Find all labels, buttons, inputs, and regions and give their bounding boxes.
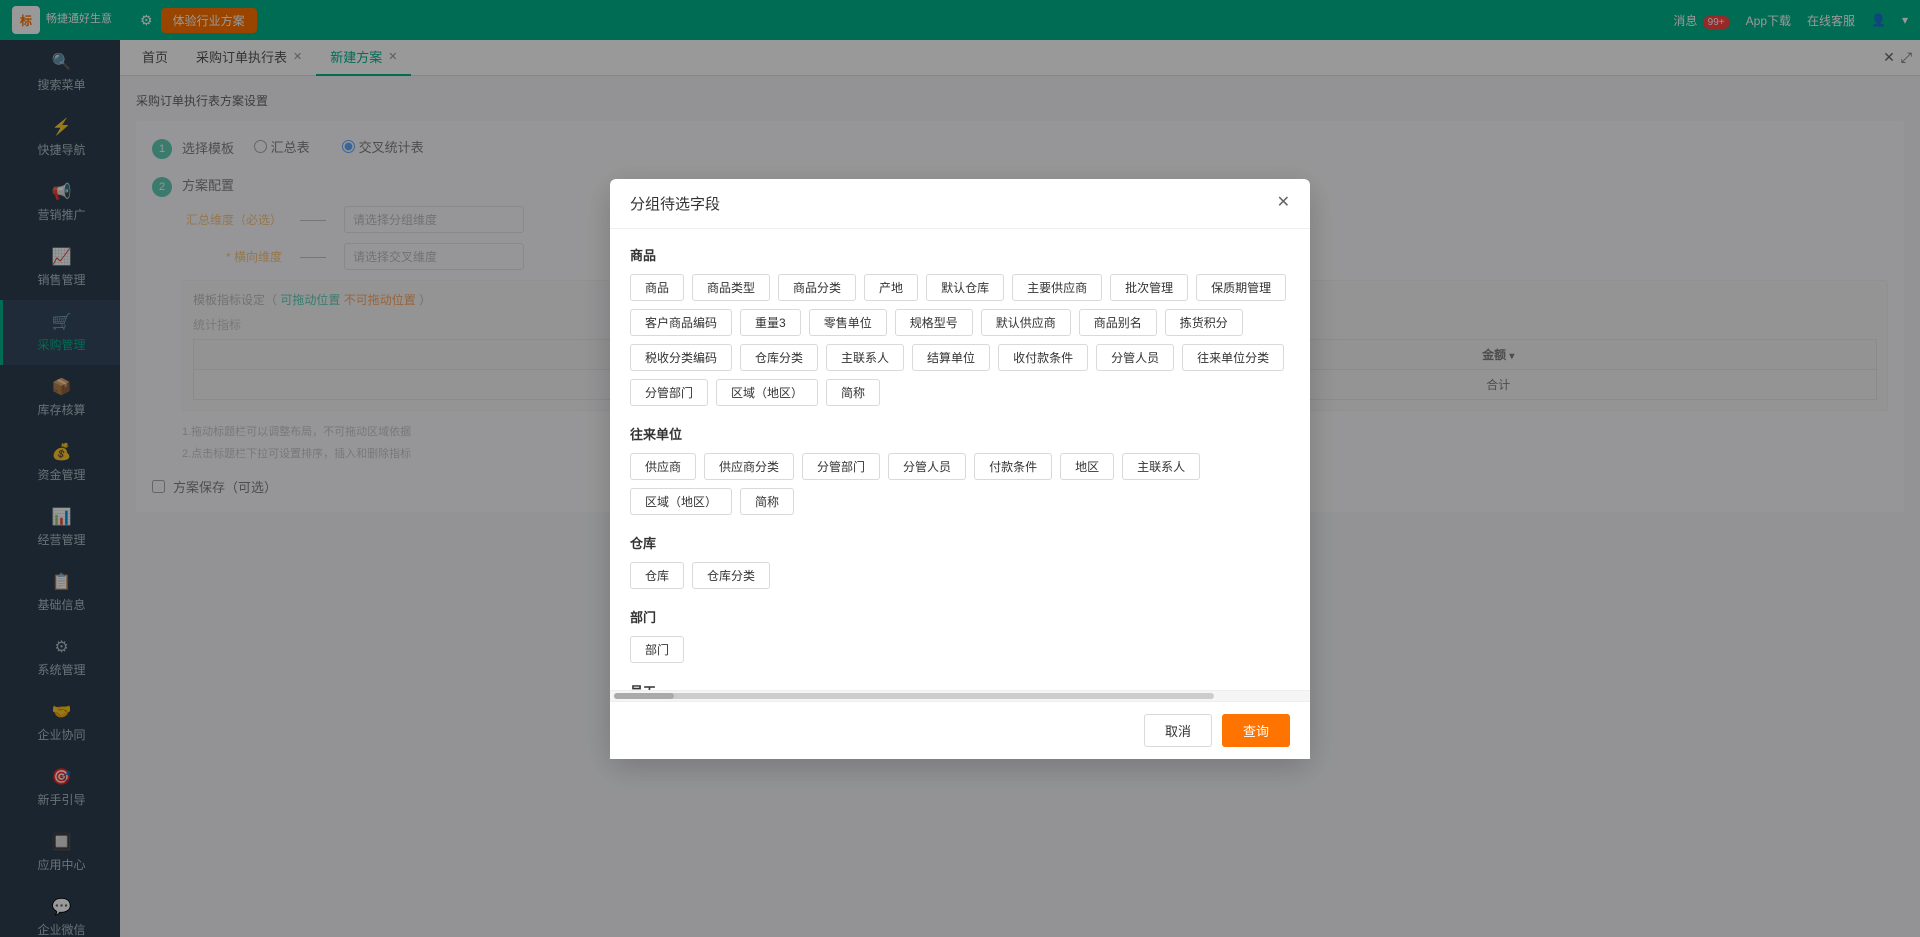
field-tag-1-4[interactable]: 付款条件	[974, 453, 1052, 480]
field-tag-0-19[interactable]: 收付款条件	[998, 344, 1088, 371]
field-tag-0-10[interactable]: 零售单位	[809, 309, 887, 336]
field-tag-0-14[interactable]: 拣货积分	[1165, 309, 1243, 336]
field-section-0: 商品商品商品类型商品分类产地默认仓库主要供应商批次管理保质期管理客户商品编码重量…	[630, 245, 1290, 406]
modal-close-button[interactable]: ✕	[1277, 195, 1290, 211]
field-section-2: 仓库仓库仓库分类	[630, 533, 1290, 589]
field-tag-0-17[interactable]: 主联系人	[826, 344, 904, 371]
modal-cancel-button[interactable]: 取消	[1144, 714, 1212, 747]
field-tag-0-6[interactable]: 批次管理	[1110, 274, 1188, 301]
modal-body[interactable]: 商品商品商品类型商品分类产地默认仓库主要供应商批次管理保质期管理客户商品编码重量…	[610, 229, 1310, 690]
section-label-1: 往来单位	[630, 424, 1290, 443]
section-label-3: 部门	[630, 607, 1290, 626]
modal-header: 分组待选字段 ✕	[610, 179, 1310, 229]
field-tag-1-6[interactable]: 主联系人	[1122, 453, 1200, 480]
field-tag-0-7[interactable]: 保质期管理	[1196, 274, 1286, 301]
modal-hscroll	[610, 690, 1310, 701]
field-grid-1: 供应商供应商分类分管部门分管人员付款条件地区主联系人区域（地区） 简称	[630, 453, 1290, 515]
field-tag-1-0[interactable]: 供应商	[630, 453, 696, 480]
field-tag-0-22[interactable]: 分管部门	[630, 379, 708, 406]
field-tag-0-1[interactable]: 商品类型	[692, 274, 770, 301]
field-tag-1-5[interactable]: 地区	[1060, 453, 1114, 480]
field-tag-3-0[interactable]: 部门	[630, 636, 684, 663]
field-section-4: 员工业务员	[630, 681, 1290, 690]
field-tag-0-16[interactable]: 仓库分类	[740, 344, 818, 371]
field-tag-2-0[interactable]: 仓库	[630, 562, 684, 589]
modal: 分组待选字段 ✕ 商品商品商品类型商品分类产地默认仓库主要供应商批次管理保质期管…	[610, 179, 1310, 759]
field-tag-0-9[interactable]: 重量3	[740, 309, 801, 336]
modal-confirm-button[interactable]: 查询	[1222, 714, 1290, 747]
modal-title: 分组待选字段	[630, 193, 720, 214]
field-tag-0-3[interactable]: 产地	[864, 274, 918, 301]
field-section-3: 部门部门	[630, 607, 1290, 663]
modal-overlay: 分组待选字段 ✕ 商品商品商品类型商品分类产地默认仓库主要供应商批次管理保质期管…	[0, 0, 1920, 937]
field-tag-0-20[interactable]: 分管人员	[1096, 344, 1174, 371]
field-section-1: 往来单位供应商供应商分类分管部门分管人员付款条件地区主联系人区域（地区） 简称	[630, 424, 1290, 515]
field-tag-0-4[interactable]: 默认仓库	[926, 274, 1004, 301]
field-tag-0-21[interactable]: 往来单位分类	[1182, 344, 1284, 371]
section-label-0: 商品	[630, 245, 1290, 264]
field-tag-0-24[interactable]: 简称	[826, 379, 880, 406]
field-tag-0-18[interactable]: 结算单位	[912, 344, 990, 371]
field-tag-2-1[interactable]: 仓库分类	[692, 562, 770, 589]
field-grid-0: 商品商品类型商品分类产地默认仓库主要供应商批次管理保质期管理客户商品编码重量3 零…	[630, 274, 1290, 406]
field-tag-0-11[interactable]: 规格型号	[895, 309, 973, 336]
field-tag-0-12[interactable]: 默认供应商	[981, 309, 1071, 336]
field-grid-3: 部门	[630, 636, 1290, 663]
section-label-2: 仓库	[630, 533, 1290, 552]
field-tag-0-15[interactable]: 税收分类编码	[630, 344, 732, 371]
field-tag-0-0[interactable]: 商品	[630, 274, 684, 301]
field-tag-1-2[interactable]: 分管部门	[802, 453, 880, 480]
section-label-4: 员工	[630, 681, 1290, 690]
modal-footer: 取消 查询	[610, 701, 1310, 759]
field-tag-1-1[interactable]: 供应商分类	[704, 453, 794, 480]
field-grid-2: 仓库仓库分类	[630, 562, 1290, 589]
field-tag-0-5[interactable]: 主要供应商	[1012, 274, 1102, 301]
field-tag-0-2[interactable]: 商品分类	[778, 274, 856, 301]
field-tag-0-23[interactable]: 区域（地区）	[716, 379, 818, 406]
field-tag-0-8[interactable]: 客户商品编码	[630, 309, 732, 336]
field-tag-0-13[interactable]: 商品别名	[1079, 309, 1157, 336]
field-tag-1-8[interactable]: 简称	[740, 488, 794, 515]
field-tag-1-7[interactable]: 区域（地区）	[630, 488, 732, 515]
field-tag-1-3[interactable]: 分管人员	[888, 453, 966, 480]
